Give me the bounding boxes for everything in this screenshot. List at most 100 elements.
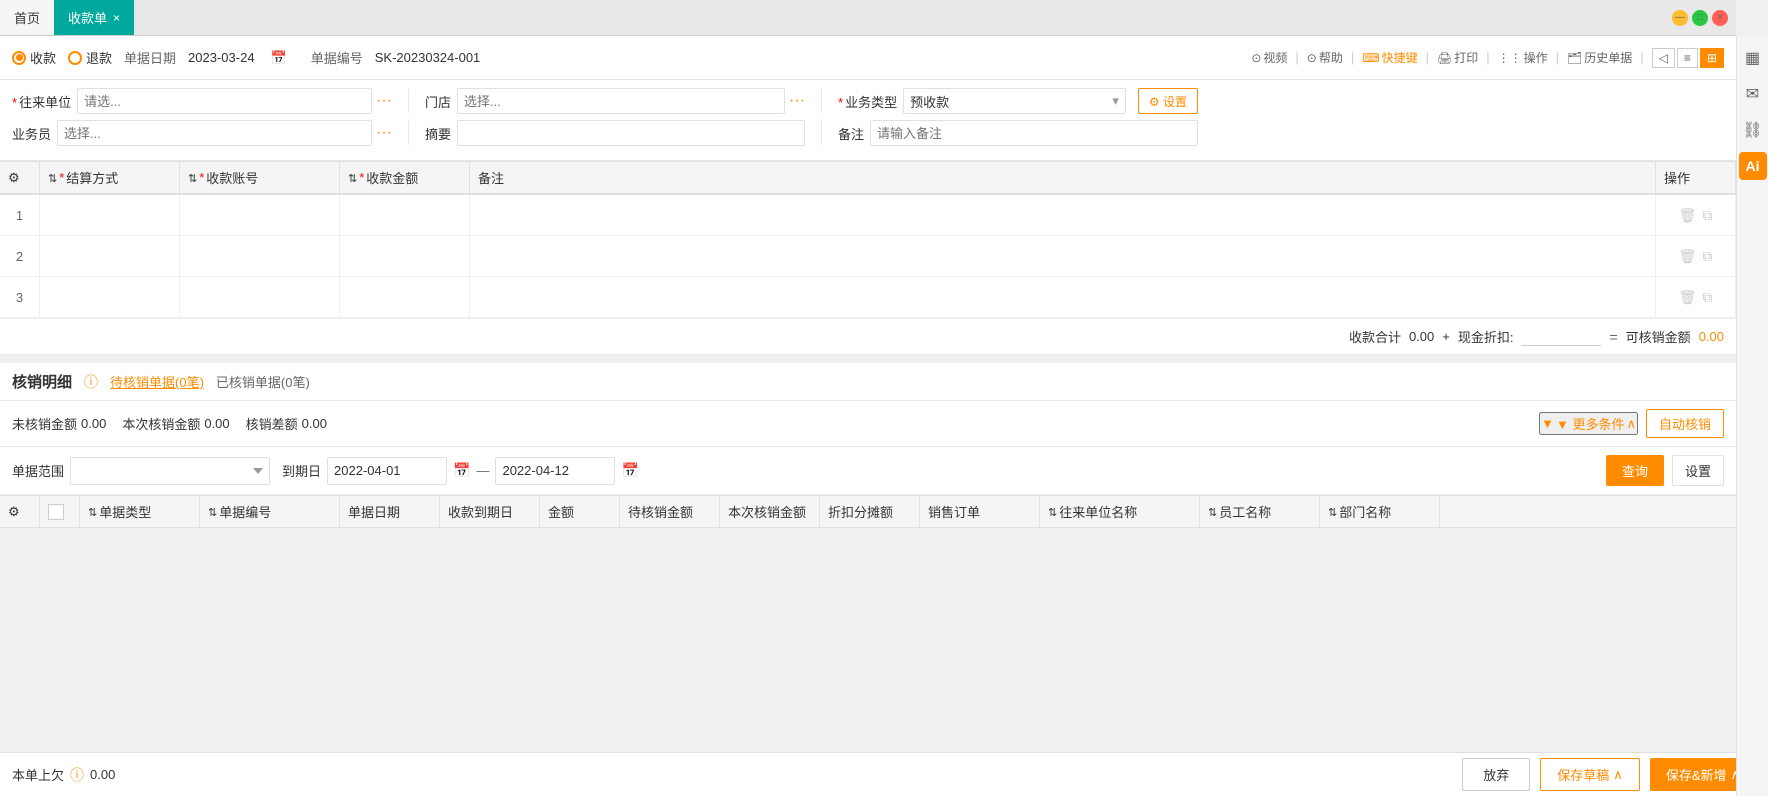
radio-tuikuan[interactable]: 退款 — [68, 48, 112, 67]
sub-th-current: 本次核销金额 — [720, 496, 820, 527]
print-icon: 🖨 — [1437, 51, 1452, 65]
td-actions-3: 🗑 ⧉ — [1656, 277, 1736, 317]
td-note-2[interactable] — [470, 236, 1656, 276]
sort-icon-staff — [1208, 504, 1217, 519]
td-note-1[interactable] — [470, 195, 1656, 235]
th-gear[interactable]: ⚙ — [0, 162, 40, 193]
staff-input[interactable] — [57, 120, 372, 146]
counterpart-ellipsis[interactable]: ··· — [376, 93, 392, 109]
copy-icon-1[interactable]: ⧉ — [1702, 207, 1712, 224]
sub-th-pending: 待核销金额 — [620, 496, 720, 527]
tab-home[interactable]: 首页 — [0, 0, 54, 35]
print-link[interactable]: 🖨 打印 — [1437, 49, 1478, 66]
tab-active[interactable]: 收款单 × — [54, 0, 134, 35]
delete-icon-3[interactable]: 🗑 — [1679, 289, 1697, 306]
sort-icon-dept — [1328, 504, 1337, 519]
filter-actions: 查询 设置 — [1606, 455, 1724, 486]
td-actions-1: 🗑 ⧉ — [1656, 195, 1736, 235]
calendar-from-icon[interactable]: 📅 — [453, 462, 470, 479]
sub-th-check[interactable] — [40, 496, 80, 527]
tab-close-icon[interactable]: × — [113, 11, 120, 25]
window-max-button[interactable]: □ — [1692, 10, 1708, 26]
ops-icon: ⋮⋮ — [1498, 51, 1522, 65]
td-amount-3[interactable] — [340, 277, 470, 317]
available-label: 可核销金额 — [1626, 327, 1691, 346]
settings-button[interactable]: ⚙ 设置 — [1138, 88, 1198, 114]
td-rownum-1: 1 — [0, 195, 40, 235]
ops-link[interactable]: ⋮⋮ 操作 — [1498, 49, 1548, 66]
calendar-to-icon[interactable]: 📅 — [621, 462, 638, 479]
discard-button[interactable]: 放弃 — [1462, 758, 1530, 791]
sidebar-ai-button[interactable]: Ai — [1739, 152, 1767, 180]
sidebar-email-icon[interactable]: ✉ — [1739, 80, 1767, 108]
window-close-button[interactable]: × — [1712, 10, 1728, 26]
date-field-value[interactable]: 2023-03-24 — [188, 50, 255, 65]
save-draft-button[interactable]: 保存草稿 ∧ — [1540, 758, 1640, 791]
sub-gear-icon: ⚙ — [8, 504, 20, 520]
td-settlement-1[interactable] — [40, 195, 180, 235]
filter-settings-button[interactable]: 设置 — [1672, 455, 1724, 486]
plus-sign: + — [1442, 329, 1450, 344]
range-select[interactable] — [70, 457, 270, 485]
checkbox-all[interactable] — [48, 504, 64, 520]
hx-info-icon[interactable]: ⓘ — [84, 372, 98, 392]
help-link[interactable]: ⊙ 帮助 — [1307, 49, 1343, 66]
table-row: 1 🗑 ⧉ — [0, 195, 1736, 236]
total-label: 收款合计 — [1349, 327, 1401, 346]
filter-icon: ▼ — [1541, 416, 1554, 431]
auto-clear-button[interactable]: 自动核销 — [1646, 409, 1724, 438]
delete-icon-1[interactable]: 🗑 — [1679, 207, 1697, 224]
td-settlement-3[interactable] — [40, 277, 180, 317]
td-amount-2[interactable] — [340, 236, 470, 276]
shortcut-link[interactable]: ⌨ 快捷键 — [1362, 49, 1417, 66]
docnum-field-value[interactable]: SK-20230324-001 — [375, 50, 481, 65]
hx-pending-tab[interactable]: 待核销单据(0笔) — [110, 372, 204, 391]
video-link[interactable]: ⊙ 视频 — [1251, 49, 1287, 66]
query-button[interactable]: 查询 — [1606, 455, 1664, 486]
radio-tuikuan-dot — [68, 51, 82, 65]
biz-type-select[interactable]: 预收款 ▾ — [903, 88, 1126, 114]
radio-shoukuan[interactable]: 收款 — [12, 48, 56, 67]
sub-th-gear[interactable]: ⚙ — [0, 496, 40, 527]
calendar-icon[interactable]: 📅 — [271, 50, 287, 66]
td-account-2[interactable] — [180, 236, 340, 276]
history-link[interactable]: 🗂 历史单据 — [1567, 49, 1632, 66]
sidebar-link-icon[interactable]: ⛓ — [1739, 116, 1767, 144]
sub-th-docnum: 单据编号 — [200, 496, 340, 527]
td-settlement-2[interactable] — [40, 236, 180, 276]
shortcut-icon: ⌨ — [1362, 51, 1379, 65]
date-to-input[interactable] — [495, 457, 615, 485]
note-input[interactable] — [870, 120, 1198, 146]
store-ellipsis[interactable]: ··· — [789, 93, 805, 109]
sort-icon-amount — [348, 170, 357, 185]
view-btn-table[interactable]: ⊞ — [1700, 48, 1724, 68]
window-min-button[interactable]: — — [1672, 10, 1688, 26]
total-value: 0.00 — [1409, 329, 1434, 344]
td-account-3[interactable] — [180, 277, 340, 317]
available-value: 0.00 — [1699, 329, 1724, 344]
chevron-down-icon: ▾ — [1112, 93, 1119, 109]
discount-input[interactable] — [1521, 328, 1601, 346]
td-account-1[interactable] — [180, 195, 340, 235]
more-filters-button[interactable]: ▼ ▼ 更多条件 ∧ — [1539, 412, 1638, 435]
date-from-input[interactable] — [327, 457, 447, 485]
hx-done-tab[interactable]: 已核销单据(0笔) — [216, 372, 310, 391]
staff-ellipsis[interactable]: ··· — [376, 125, 392, 141]
sort-icon-settlement — [48, 170, 57, 185]
copy-icon-3[interactable]: ⧉ — [1702, 289, 1712, 306]
td-note-3[interactable] — [470, 277, 1656, 317]
th-account: * 收款账号 — [180, 162, 340, 193]
counterpart-input[interactable] — [77, 88, 372, 114]
this-order-label: 本单上欠 — [12, 765, 64, 784]
sub-th-docdate: 单据日期 — [340, 496, 440, 527]
copy-icon-2[interactable]: ⧉ — [1702, 248, 1712, 265]
view-btn-grid[interactable]: ≡ — [1677, 48, 1698, 68]
sidebar-table-icon[interactable]: ▦ — [1739, 44, 1767, 72]
view-btn-list[interactable]: ◁ — [1652, 48, 1675, 68]
bottom-info-icon[interactable]: ⓘ — [70, 765, 84, 785]
delete-icon-2[interactable]: 🗑 — [1679, 248, 1697, 265]
store-input[interactable] — [457, 88, 785, 114]
summary-input[interactable] — [457, 120, 805, 146]
td-amount-1[interactable] — [340, 195, 470, 235]
filter-row: 单据范围 到期日 📅 — 📅 查询 设置 — [0, 447, 1736, 495]
